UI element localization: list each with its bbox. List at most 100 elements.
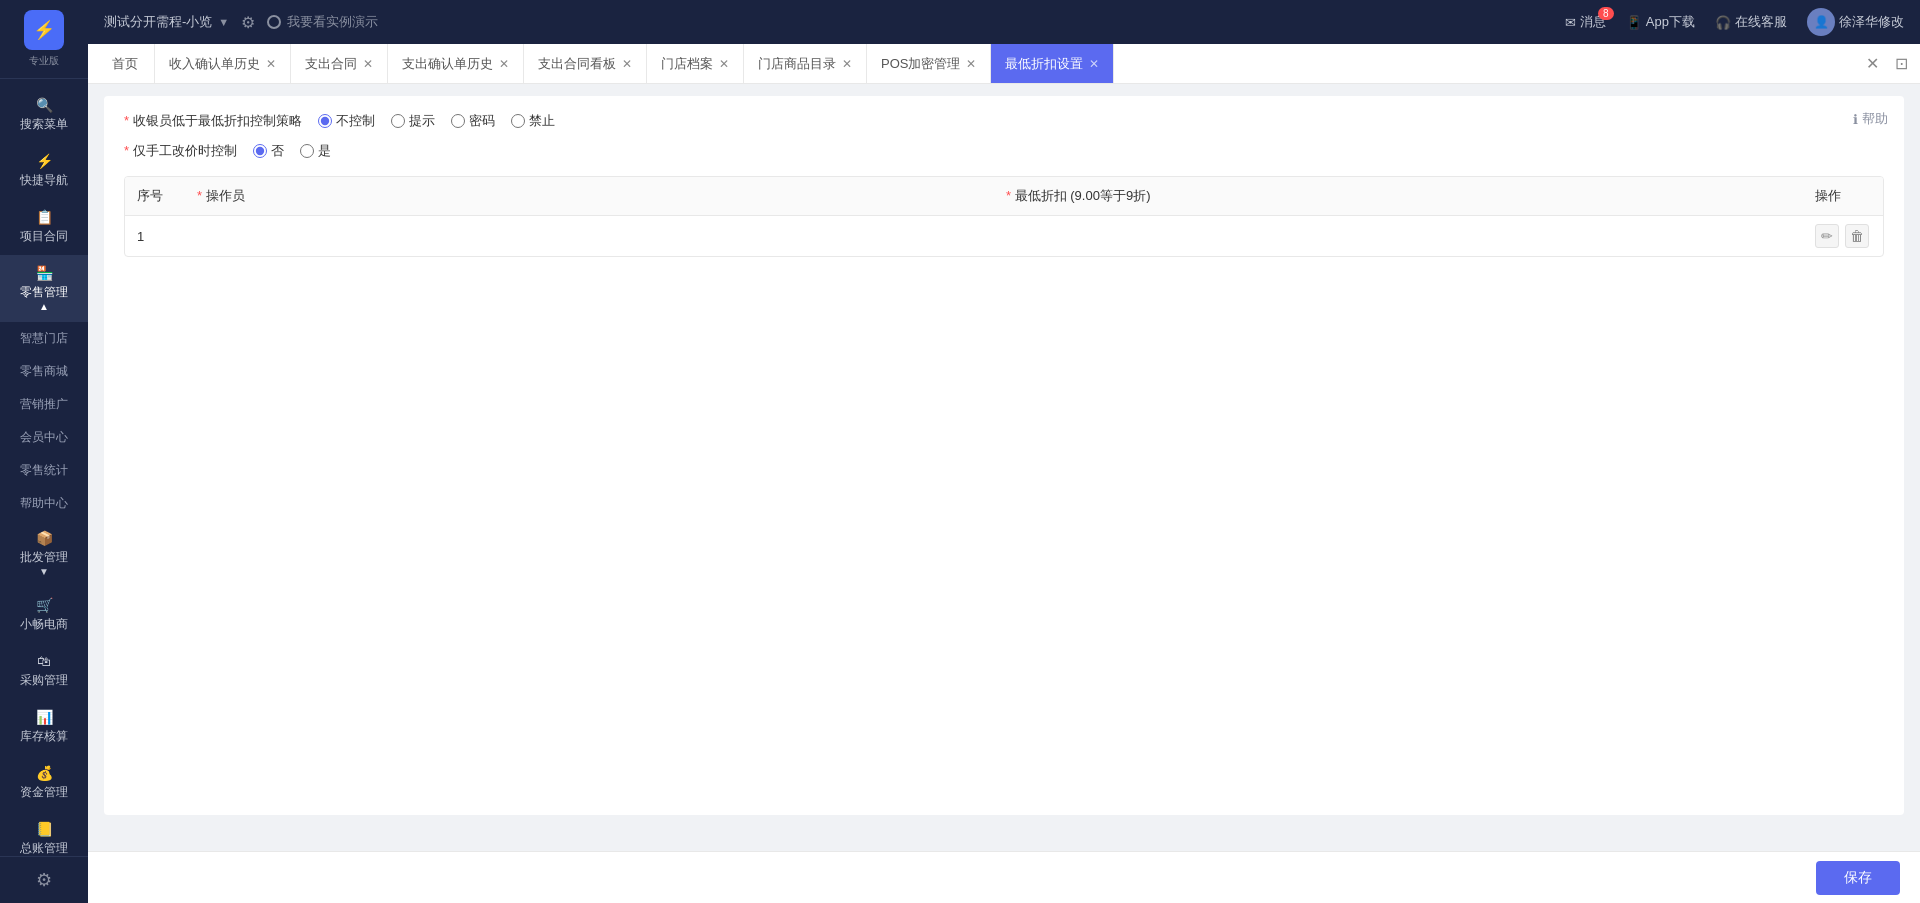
radio-prompt-label: 提示 (409, 112, 435, 130)
app-download-button[interactable]: 📱 App下载 (1626, 13, 1695, 31)
radio-prompt-input[interactable] (391, 114, 405, 128)
table-body: 1 ✏ 🗑 (125, 216, 1883, 256)
sidebar-item-membership[interactable]: 会员中心 (0, 421, 88, 454)
sidebar-item-quicknav[interactable]: ⚡ 快捷导航 (0, 143, 88, 199)
icon-retail: 🏪 (36, 265, 53, 281)
topbar-project[interactable]: 测试分开需程-小览 ▼ (104, 13, 229, 31)
tabbar-right: ✕ ⊡ (1854, 50, 1912, 77)
label-wholesale: 批发管理 (20, 549, 68, 566)
label-retailstats: 零售统计 (20, 462, 68, 479)
sidebar-item-help[interactable]: 帮助中心 (0, 487, 88, 520)
tab-payment-board[interactable]: 支出合同看板✕ (524, 44, 647, 84)
sidebar-item-retail[interactable]: 🏪 零售管理 ▲ (0, 255, 88, 322)
radio-yes-label: 是 (318, 142, 331, 160)
tab-close-payment-board[interactable]: ✕ (622, 57, 632, 71)
edit-button[interactable]: ✏ (1815, 224, 1839, 248)
sidebar-item-purchase[interactable]: 🛍 采购管理 (0, 643, 88, 699)
radio-prompt[interactable]: 提示 (391, 112, 435, 130)
sidebar-item-retailstats[interactable]: 零售统计 (0, 454, 88, 487)
tab-label-income-confirm: 收入确认单历史 (169, 55, 260, 73)
main-content: 测试分开需程-小览 ▼ ⚙ 我要看实例演示 ✉ 消息 8 📱 App下载 🎧 在… (88, 0, 1920, 903)
tab-label-store-files: 门店档案 (661, 55, 713, 73)
tab-close-store-files[interactable]: ✕ (719, 57, 729, 71)
topbar-settings-icon[interactable]: ⚙ (241, 13, 255, 32)
radio-no-control-input[interactable] (318, 114, 332, 128)
tab-close-payment-contract[interactable]: ✕ (363, 57, 373, 71)
label-project: 项目合同 (20, 228, 68, 245)
label-inventory: 库存核算 (20, 728, 68, 745)
label-marketing: 营销推广 (20, 396, 68, 413)
page-content: ℹ 帮助 收银员低于最低折扣控制策略 不控制 提示 (88, 84, 1920, 851)
radio-yes[interactable]: 是 (300, 142, 331, 160)
settings-icon[interactable]: ⚙ (36, 869, 52, 891)
sidebar-item-inventory[interactable]: 📊 库存核算 (0, 699, 88, 755)
arrow-retail: ▲ (39, 301, 49, 312)
radio-no-control[interactable]: 不控制 (318, 112, 375, 130)
label-quicknav: 快捷导航 (20, 172, 68, 189)
tab-close-store-products[interactable]: ✕ (842, 57, 852, 71)
sidebar-item-wholesale[interactable]: 📦 批发管理 ▼ (0, 520, 88, 587)
sidebar-item-funds[interactable]: 💰 资金管理 (0, 755, 88, 811)
radio-forbid-input[interactable] (511, 114, 525, 128)
sidebar-item-ledger[interactable]: 📒 总账管理 (0, 811, 88, 856)
support-button[interactable]: 🎧 在线客服 (1715, 13, 1787, 31)
message-button[interactable]: ✉ 消息 8 (1565, 13, 1606, 31)
tab-label-home: 首页 (112, 55, 138, 73)
tab-home[interactable]: 首页 (96, 44, 155, 84)
sidebar-item-ecommerce[interactable]: 🛒 小畅电商 (0, 587, 88, 643)
topbar-demo[interactable]: 我要看实例演示 (267, 13, 378, 31)
help-button[interactable]: ℹ 帮助 (1853, 110, 1888, 128)
label-help: 帮助中心 (20, 495, 68, 512)
cashier-policy-radio-group: 不控制 提示 密码 禁止 (318, 112, 555, 130)
page-card: ℹ 帮助 收银员低于最低折扣控制策略 不控制 提示 (104, 96, 1904, 815)
tab-close-payment-confirm[interactable]: ✕ (499, 57, 509, 71)
tab-min-discount[interactable]: 最低折扣设置✕ (991, 44, 1114, 84)
icon-search: 🔍 (36, 97, 53, 113)
sidebar-item-project[interactable]: 📋 项目合同 (0, 199, 88, 255)
tab-payment-contract[interactable]: 支出合同✕ (291, 44, 388, 84)
cashier-policy-row: 收银员低于最低折扣控制策略 不控制 提示 密码 (124, 112, 1884, 130)
icon-wholesale: 📦 (36, 530, 53, 546)
label-ledger: 总账管理 (20, 840, 68, 856)
tab-close-min-discount[interactable]: ✕ (1089, 57, 1099, 71)
tab-label-store-products: 门店商品目录 (758, 55, 836, 73)
tab-store-files[interactable]: 门店档案 ✕ (647, 44, 744, 84)
radio-no-control-label: 不控制 (336, 112, 375, 130)
user-info[interactable]: 👤 徐泽华修改 (1807, 8, 1904, 36)
delete-button[interactable]: 🗑 (1845, 224, 1869, 248)
radio-no-input[interactable] (253, 144, 267, 158)
save-button[interactable]: 保存 (1816, 861, 1900, 895)
support-icon: 🎧 (1715, 15, 1731, 30)
topbar: 测试分开需程-小览 ▼ ⚙ 我要看实例演示 ✉ 消息 8 📱 App下载 🎧 在… (88, 0, 1920, 44)
sidebar-item-onlineshop[interactable]: 零售商城 (0, 355, 88, 388)
help-icon: ℹ (1853, 112, 1858, 127)
demo-text: 我要看实例演示 (287, 13, 378, 31)
tab-close-icon[interactable]: ✕ (1862, 50, 1883, 77)
tab-expand-icon[interactable]: ⊡ (1891, 50, 1912, 77)
label-retail: 零售管理 (20, 284, 68, 301)
radio-password-input[interactable] (451, 114, 465, 128)
radio-forbid-label: 禁止 (529, 112, 555, 130)
tab-close-income-confirm[interactable]: ✕ (266, 57, 276, 71)
tab-store-products[interactable]: 门店商品目录 ✕ (744, 44, 867, 84)
tab-income-confirm[interactable]: 收入确认单历史 ✕ (155, 44, 291, 84)
cashier-policy-label: 收银员低于最低折扣控制策略 (124, 112, 302, 130)
tab-pos-password[interactable]: POS加密管理✕ (867, 44, 991, 84)
cell-min-discount (994, 228, 1803, 244)
sidebar-item-smartstore[interactable]: 智慧门店 (0, 322, 88, 355)
tab-payment-confirm[interactable]: 支出确认单历史✕ (388, 44, 524, 84)
label-smartstore: 智慧门店 (20, 330, 68, 347)
radio-no-label: 否 (271, 142, 284, 160)
sidebar-footer[interactable]: ⚙ (0, 856, 88, 903)
icon-project: 📋 (36, 209, 53, 225)
sidebar-item-marketing[interactable]: 营销推广 (0, 388, 88, 421)
radio-password[interactable]: 密码 (451, 112, 495, 130)
radio-yes-input[interactable] (300, 144, 314, 158)
icon-quicknav: ⚡ (36, 153, 53, 169)
tab-close-pos-password[interactable]: ✕ (966, 57, 976, 71)
user-name: 徐泽华修改 (1839, 13, 1904, 31)
radio-no[interactable]: 否 (253, 142, 284, 160)
radio-forbid[interactable]: 禁止 (511, 112, 555, 130)
sidebar-item-search[interactable]: 🔍 搜索菜单 (0, 87, 88, 143)
cell-operator (185, 228, 994, 244)
